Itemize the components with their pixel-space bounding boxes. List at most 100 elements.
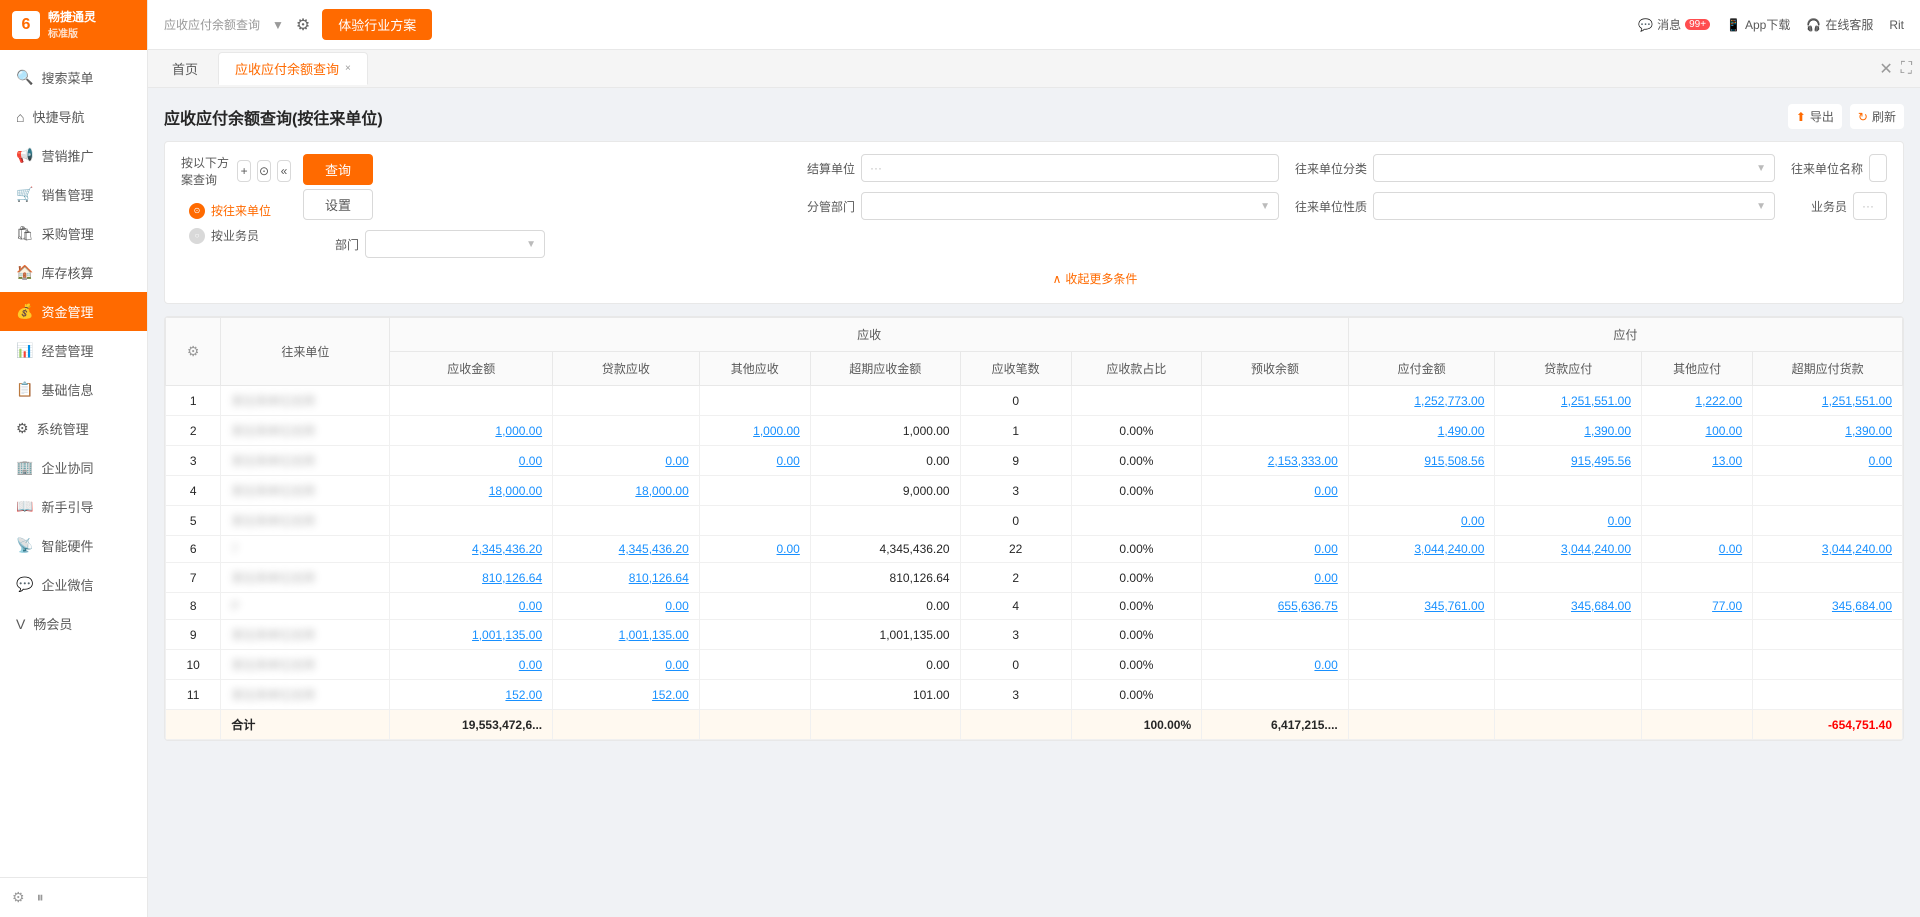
cell-link[interactable]: 915,508.56 (1424, 454, 1484, 468)
table-cell (810, 386, 960, 416)
filter-scheme-salesperson[interactable]: ○ 按业务员 (181, 223, 291, 248)
cell-link[interactable]: 1,390.00 (1845, 424, 1892, 438)
app-download-button[interactable]: 📱 App下载 (1726, 16, 1790, 33)
cell-link[interactable]: 1,251,551.00 (1561, 394, 1631, 408)
table-cell (1753, 563, 1903, 593)
cell-link[interactable]: 0.00 (519, 658, 542, 672)
cell-link[interactable]: 345,684.00 (1832, 599, 1892, 613)
cell-link[interactable]: 0.00 (665, 599, 688, 613)
cell-link[interactable]: 3,044,240.00 (1561, 542, 1631, 556)
sidebar-item-purchase[interactable]: 🛍采购管理 (0, 214, 147, 253)
cell-link[interactable]: 18,000.00 (489, 484, 542, 498)
cell-link[interactable]: 18,000.00 (635, 484, 688, 498)
cell-link[interactable]: 0.00 (1314, 484, 1337, 498)
cell-link[interactable]: 655,636.75 (1278, 599, 1338, 613)
tab-active[interactable]: 应收应付余额查询 × (218, 52, 368, 85)
col-settings[interactable]: ⚙ (166, 318, 221, 386)
sidebar-item-marketing[interactable]: 📢营销推广 (0, 136, 147, 175)
cell-link[interactable]: 100.00 (1705, 424, 1742, 438)
window-maximize-icon[interactable]: ⛶ (1901, 60, 1912, 78)
collapse-more-btn[interactable]: ∧ 收起更多条件 (303, 266, 1887, 291)
tab-close-icon[interactable]: × (345, 63, 351, 74)
department-input[interactable]: ▼ (365, 230, 545, 258)
total-label (166, 710, 221, 740)
sidebar-item-inventory[interactable]: 🏠库存核算 (0, 253, 147, 292)
settings-button[interactable]: 设置 (303, 189, 373, 220)
cell-link[interactable]: 1,000.00 (495, 424, 542, 438)
cell-link[interactable]: 0.00 (777, 454, 800, 468)
cell-link[interactable]: 0.00 (1461, 514, 1484, 528)
cell-link[interactable]: 915,495.56 (1571, 454, 1631, 468)
cell-link[interactable]: 1,000.00 (753, 424, 800, 438)
cell-link[interactable]: 0.00 (1314, 542, 1337, 556)
query-button[interactable]: 查询 (303, 154, 373, 185)
cell-link[interactable]: 0.00 (1314, 658, 1337, 672)
cell-link[interactable]: 77.00 (1712, 599, 1742, 613)
cell-link[interactable]: 1,222.00 (1695, 394, 1742, 408)
filter-scheme-partner[interactable]: ⊙ 按往来单位 (181, 198, 291, 223)
sidebar-item-search[interactable]: 🔍搜索菜单 (0, 58, 147, 97)
cell-link[interactable]: 3,044,240.00 (1822, 542, 1892, 556)
partner-nature-input[interactable]: ▼ (1373, 192, 1775, 220)
cell-link[interactable]: 4,345,436.20 (619, 542, 689, 556)
service-label: 在线客服 (1825, 16, 1873, 33)
sidebar-item-corp[interactable]: 🏢企业协同 (0, 448, 147, 487)
partner-category-input[interactable]: ▼ (1373, 154, 1775, 182)
sidebar-item-basic[interactable]: 📋基础信息 (0, 370, 147, 409)
sidebar-item-guide[interactable]: 📖新手引导 (0, 487, 147, 526)
sidebar-item-sales[interactable]: 🛒销售管理 (0, 175, 147, 214)
cell-link[interactable]: 810,126.64 (629, 571, 689, 585)
sidebar-item-ops[interactable]: 📊经营管理 (0, 331, 147, 370)
table-cell (1495, 620, 1642, 650)
cell-link[interactable]: 0.00 (1608, 514, 1631, 528)
cell-link[interactable]: 0.00 (665, 658, 688, 672)
cell-link[interactable]: 810,126.64 (482, 571, 542, 585)
cell-link[interactable]: 0.00 (777, 542, 800, 556)
cell-link[interactable]: 0.00 (1314, 571, 1337, 585)
cell-link[interactable]: 345,761.00 (1424, 599, 1484, 613)
cell-link[interactable]: 3,044,240.00 (1414, 542, 1484, 556)
cell-link[interactable]: 1,390.00 (1584, 424, 1631, 438)
cell-link[interactable]: 0.00 (1719, 542, 1742, 556)
refresh-button[interactable]: ↻ 刷新 (1850, 104, 1904, 129)
cell-link[interactable]: 152.00 (652, 688, 689, 702)
sidebar-item-system[interactable]: ⚙系统管理 (0, 409, 147, 448)
window-close-icon[interactable]: ✕ (1879, 59, 1892, 79)
cell-link[interactable]: 0.00 (1869, 454, 1892, 468)
filter-collapse-btn[interactable]: « (277, 160, 291, 182)
sidebar-item-hardware[interactable]: 📡智能硬件 (0, 526, 147, 565)
table-cell (1348, 680, 1495, 710)
sidebar-item-member[interactable]: V畅会员 (0, 604, 147, 643)
header-gear-icon[interactable]: ⚙ (296, 15, 310, 35)
sidebar-item-wechat[interactable]: 💬企业微信 (0, 565, 147, 604)
cell-link[interactable]: 1,001,135.00 (619, 628, 689, 642)
cell-link[interactable]: 0.00 (519, 454, 542, 468)
filter-add-btn[interactable]: + (237, 160, 251, 182)
sidebar-gear-icon[interactable]: ⚙ (12, 889, 25, 906)
sidebar-item-finance[interactable]: 💰资金管理 (0, 292, 147, 331)
sidebar-pause-icon[interactable]: ⏸ (37, 889, 44, 906)
message-button[interactable]: 💬 消息 99+ (1638, 16, 1710, 33)
settlement-unit-input[interactable]: ··· (861, 154, 1279, 182)
cell-link[interactable]: 1,251,551.00 (1822, 394, 1892, 408)
dept-input[interactable]: ▼ (861, 192, 1279, 220)
export-button[interactable]: ⬆ 导出 (1788, 104, 1842, 129)
cell-link[interactable]: 0.00 (665, 454, 688, 468)
partner-name-input[interactable] (1869, 154, 1887, 182)
cell-link[interactable]: 13.00 (1712, 454, 1742, 468)
sidebar-item-quick[interactable]: ⌂快捷导航 (0, 97, 147, 136)
online-service-button[interactable]: 🎧 在线客服 (1806, 16, 1873, 33)
cell-link[interactable]: 1,001,135.00 (472, 628, 542, 642)
cell-link[interactable]: 4,345,436.20 (472, 542, 542, 556)
cell-link[interactable]: 2,153,333.00 (1268, 454, 1338, 468)
cell-link[interactable]: 1,252,773.00 (1414, 394, 1484, 408)
salesperson-input[interactable]: ··· (1853, 192, 1887, 220)
filter-settings-btn[interactable]: ⊙ (257, 160, 271, 182)
cell-link[interactable]: 152.00 (505, 688, 542, 702)
cell-link[interactable]: 345,684.00 (1571, 599, 1631, 613)
user-name[interactable]: Rit (1889, 18, 1904, 32)
tab-home[interactable]: 首页 (156, 53, 214, 84)
cell-link[interactable]: 0.00 (519, 599, 542, 613)
cell-link[interactable]: 1,490.00 (1438, 424, 1485, 438)
trial-button[interactable]: 体验行业方案 (322, 9, 432, 40)
